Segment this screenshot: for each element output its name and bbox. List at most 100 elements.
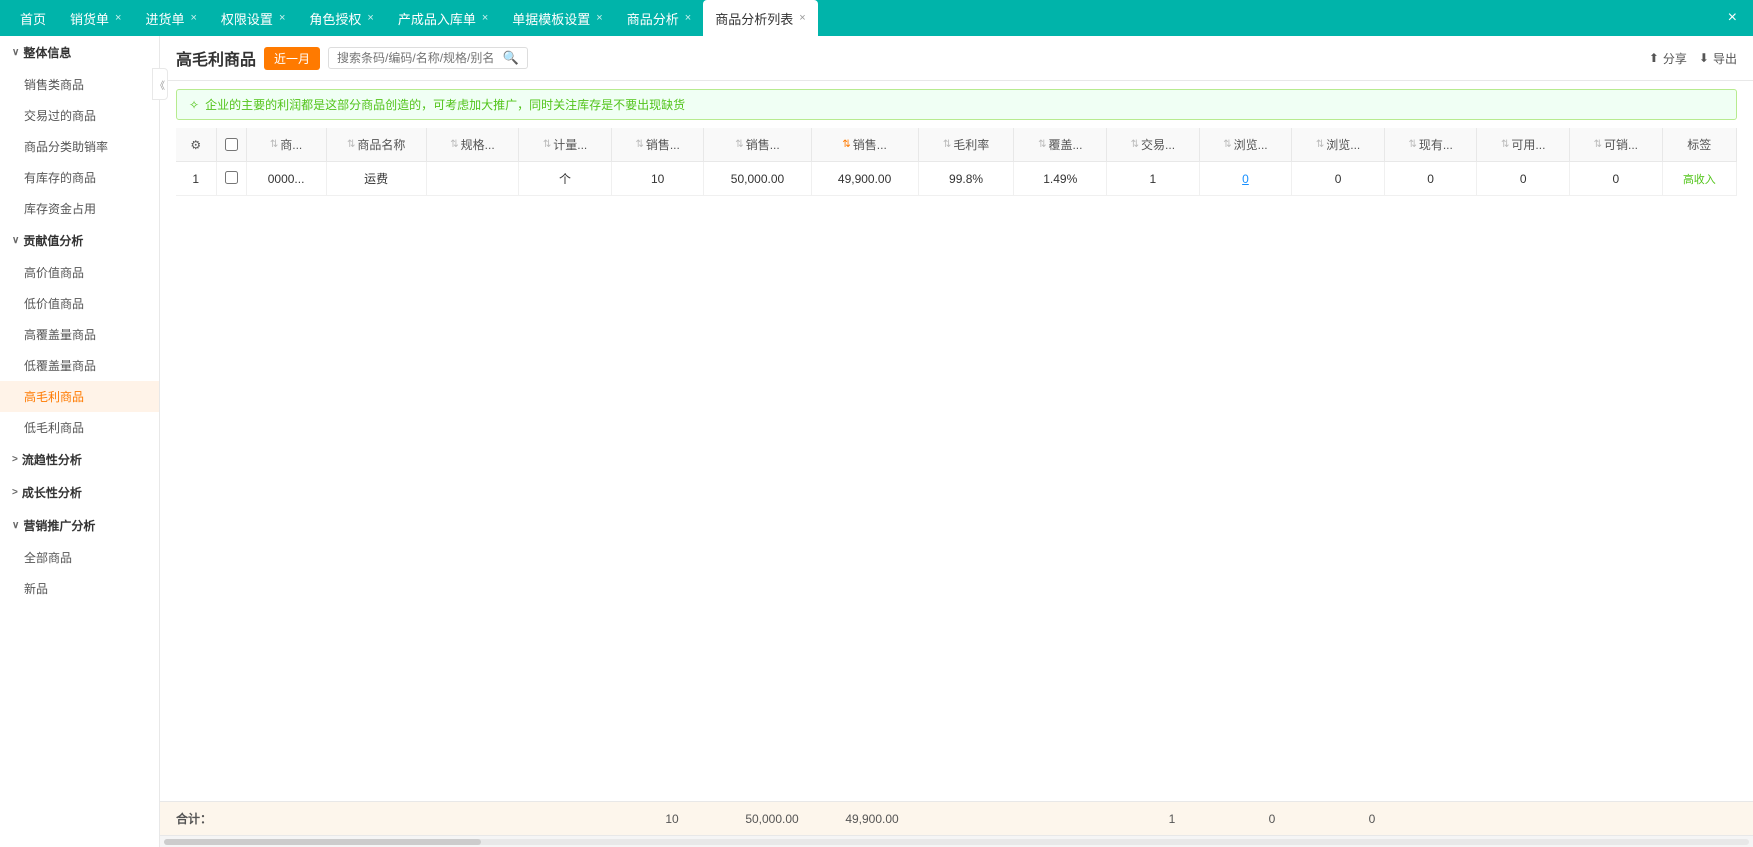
nav-role[interactable]: 角色授权 ×	[297, 0, 385, 36]
footer-browse2: 0	[1332, 812, 1412, 826]
nav-sales[interactable]: 销货单 ×	[58, 0, 133, 36]
sort-icon5: ⇅	[635, 139, 643, 150]
sidebar-item-all-goods[interactable]: 全部商品	[0, 542, 159, 573]
footer-sales-qty: 10	[632, 812, 712, 826]
search-icon[interactable]: 🔍	[503, 50, 519, 66]
col-saleable: ⇅ 可销...	[1570, 128, 1663, 162]
footer-sales-profit: 49,900.00	[832, 812, 912, 826]
sidebar-item-high-coverage[interactable]: 高覆盖量商品	[0, 319, 159, 350]
sidebar-section-growth[interactable]: > 成长性分析	[0, 476, 159, 509]
col-index: ⚙	[176, 128, 216, 162]
sort-icon4: ⇅	[543, 139, 551, 150]
cell-tag: 高收入	[1662, 162, 1736, 196]
nav-purchase[interactable]: 进货单 ×	[133, 0, 208, 36]
cell-sales-qty: 10	[611, 162, 704, 196]
col-tag: 标签	[1662, 128, 1736, 162]
cell-coverage: 1.49%	[1014, 162, 1107, 196]
sort-icon12: ⇅	[1316, 139, 1324, 150]
header-actions: ⬆ 分享 ⬇ 导出	[1649, 50, 1737, 67]
sidebar-section-contribution[interactable]: ∨ 贡献值分析	[0, 224, 159, 257]
settings-icon[interactable]: ⚙	[190, 138, 201, 152]
export-icon: ⬇	[1699, 51, 1709, 65]
sidebar-item-high-value[interactable]: 高价值商品	[0, 257, 159, 288]
nav-sales-close[interactable]: ×	[115, 12, 121, 24]
nav-product-instock-close[interactable]: ×	[482, 12, 488, 24]
sort-icon15: ⇅	[1594, 139, 1602, 150]
nav-product-instock[interactable]: 产成品入库单 ×	[386, 0, 500, 36]
col-current: ⇅ 现有...	[1384, 128, 1477, 162]
col-check	[216, 128, 246, 162]
section-contribution-arrow: ∨	[12, 235, 19, 246]
sidebar-section-flow[interactable]: > 流趋性分析	[0, 443, 159, 476]
nav-analysis-close[interactable]: ×	[685, 12, 691, 24]
page-title: 高毛利商品	[176, 46, 256, 70]
sort-icon8: ⇅	[943, 139, 951, 150]
cell-spec	[426, 162, 519, 196]
nav-permission-close[interactable]: ×	[279, 12, 285, 24]
col-sales-profit: ⇅ 销售...	[811, 128, 918, 162]
col-sales-amount: ⇅ 销售...	[704, 128, 811, 162]
col-gross-rate: ⇅ 毛利率	[918, 128, 1014, 162]
sidebar-item-traded-goods[interactable]: 交易过的商品	[0, 100, 159, 131]
sidebar-item-low-coverage[interactable]: 低覆盖量商品	[0, 350, 159, 381]
top-navigation: 首页 销货单 × 进货单 × 权限设置 × 角色授权 × 产成品入库单 × 单据…	[0, 0, 1753, 36]
sidebar-item-low-margin[interactable]: 低毛利商品	[0, 412, 159, 443]
close-all-icon[interactable]: ×	[1720, 9, 1745, 27]
cell-browse1: 0	[1199, 162, 1292, 196]
nav-analysis-list-close[interactable]: ×	[799, 12, 805, 24]
nav-template-close[interactable]: ×	[596, 12, 602, 24]
content-header: 高毛利商品 近一月 🔍 ⬆ 分享 ⬇ 导出	[160, 36, 1753, 81]
cell-gross-rate: 99.8%	[918, 162, 1014, 196]
export-button[interactable]: ⬇ 导出	[1699, 50, 1737, 67]
cell-transaction: 1	[1107, 162, 1200, 196]
select-all-checkbox[interactable]	[225, 138, 238, 151]
col-available: ⇅ 可用...	[1477, 128, 1570, 162]
footer-bar: 合计： 10 50,000.00 49,900.00 1 0 0	[160, 801, 1753, 835]
footer-label: 合计：	[176, 810, 212, 827]
nav-template[interactable]: 单据模板设置 ×	[500, 0, 614, 36]
nav-analysis-list[interactable]: 商品分析列表 ×	[703, 0, 817, 36]
sidebar-section-overall[interactable]: ∨ 整体信息	[0, 36, 159, 69]
cell-check	[216, 162, 246, 196]
tag-badge: 高收入	[1683, 174, 1716, 186]
browse1-link[interactable]: 0	[1242, 172, 1249, 186]
sidebar-section-marketing[interactable]: ∨ 营销推广分析	[0, 509, 159, 542]
sort-icon13: ⇅	[1408, 139, 1416, 150]
search-input[interactable]	[337, 51, 503, 65]
goods-table: ⚙ ⇅ 商... ⇅	[176, 128, 1737, 196]
share-button[interactable]: ⬆ 分享	[1649, 50, 1687, 67]
horizontal-scrollbar[interactable]	[160, 835, 1753, 847]
sidebar-item-new-goods[interactable]: 新品	[0, 573, 159, 604]
sidebar-item-category-assist[interactable]: 商品分类助销率	[0, 131, 159, 162]
nav-purchase-close[interactable]: ×	[190, 12, 196, 24]
sidebar-item-high-margin[interactable]: 高毛利商品	[0, 381, 159, 412]
sidebar-item-stock-goods[interactable]: 有库存的商品	[0, 162, 159, 193]
section-marketing-arrow: ∨	[12, 520, 19, 531]
col-spec: ⇅ 规格...	[426, 128, 519, 162]
col-name: ⇅ 商品名称	[326, 128, 426, 162]
nav-role-close[interactable]: ×	[367, 12, 373, 24]
sort-icon6: ⇅	[735, 139, 743, 150]
table-row: 1 0000... 运费 个 10 50,000.00 49,900.00 99…	[176, 162, 1737, 196]
col-sales-qty: ⇅ 销售...	[611, 128, 704, 162]
row-checkbox[interactable]	[225, 171, 238, 184]
cell-current: 0	[1384, 162, 1477, 196]
cell-code: 0000...	[246, 162, 326, 196]
sort-icon: ⇅	[270, 139, 278, 150]
cell-index: 1	[176, 162, 216, 196]
tip-text: 企业的主要的利润都是这部分商品创造的，可考虑加大推广，同时关注库存是不要出现缺货	[205, 96, 685, 113]
sidebar-item-sales-goods[interactable]: 销售类商品	[0, 69, 159, 100]
sort-icon7: ⇅	[842, 139, 850, 150]
scrollbar-thumb[interactable]	[164, 839, 481, 845]
nav-permission[interactable]: 权限设置 ×	[209, 0, 297, 36]
sidebar-item-stock-capital[interactable]: 库存资金占用	[0, 193, 159, 224]
footer-sales-amount: 50,000.00	[732, 812, 812, 826]
sort-icon11: ⇅	[1223, 139, 1231, 150]
share-icon: ⬆	[1649, 51, 1659, 65]
footer-browse1: 0	[1232, 812, 1312, 826]
sidebar-item-low-value[interactable]: 低价值商品	[0, 288, 159, 319]
sidebar-collapse-button[interactable]: 《	[152, 68, 168, 100]
filter-month-button[interactable]: 近一月	[264, 47, 320, 70]
nav-analysis[interactable]: 商品分析 ×	[615, 0, 703, 36]
nav-home[interactable]: 首页	[8, 0, 58, 36]
